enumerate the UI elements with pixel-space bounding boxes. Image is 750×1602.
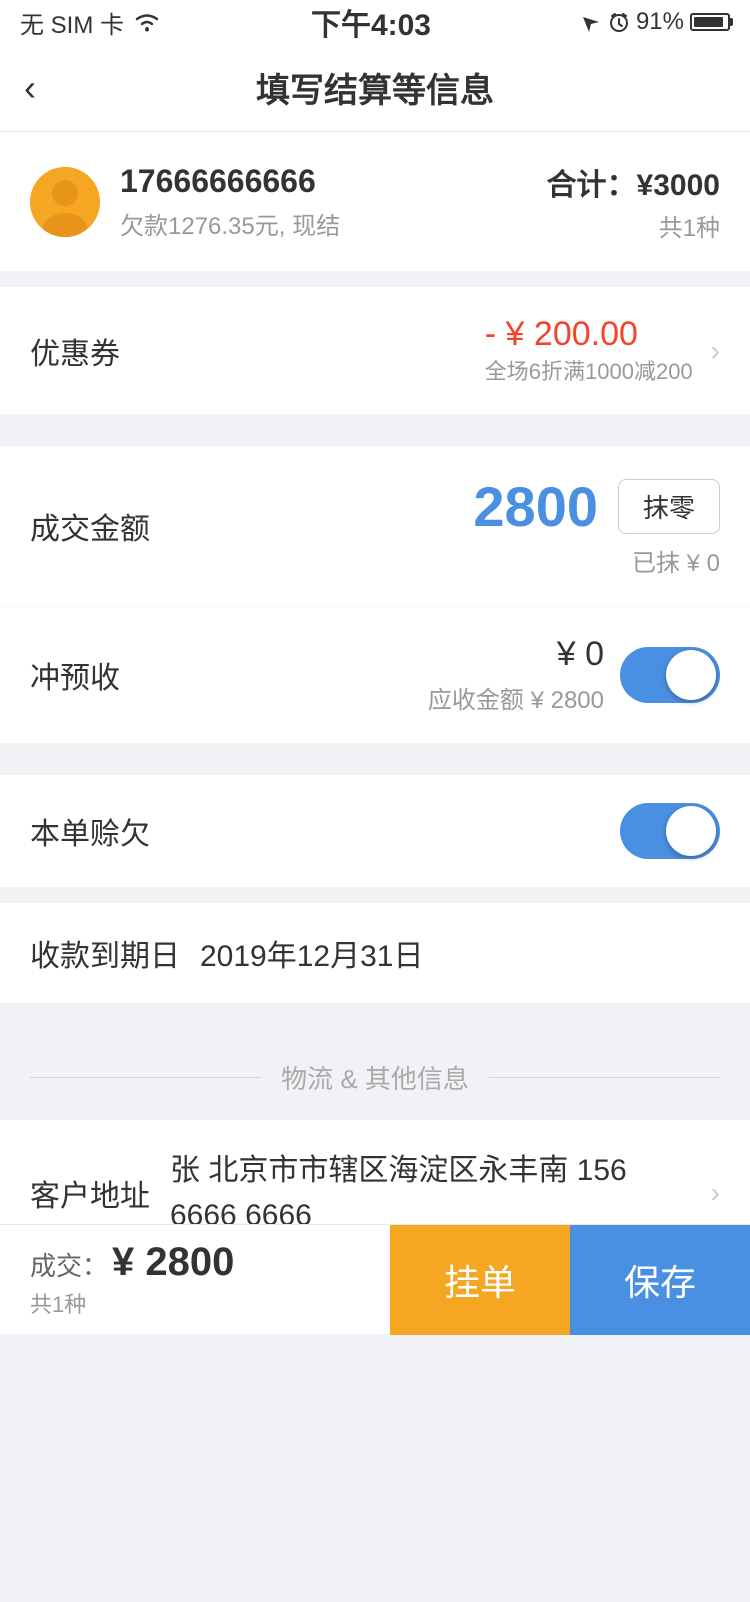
section-gap-2 bbox=[0, 759, 750, 775]
deal-amount-right: 2800 抹零 已抹 ¥ 0 bbox=[473, 474, 720, 578]
debt-row: 本单赊欠 bbox=[0, 775, 750, 887]
coupon-row[interactable]: 优惠券 - ¥ 200.00 全场6折满1000减200 › bbox=[0, 287, 750, 414]
bottom-deal-label: 成交： bbox=[30, 1246, 108, 1283]
bottom-bar: 成交： ¥ 2800 共1种 挂单 保存 bbox=[0, 1224, 750, 1334]
customer-info: 17666666666 欠款1276.35元, 现结 bbox=[120, 163, 340, 241]
status-bar: 无 SIM 卡 下午4:03 91% bbox=[0, 0, 750, 44]
sim-label: 无 SIM 卡 bbox=[20, 5, 124, 40]
deal-amount-sub: 已抹 ¥ 0 bbox=[632, 543, 720, 578]
back-icon: ‹ bbox=[24, 67, 36, 108]
save-button[interactable]: 保存 bbox=[570, 1225, 750, 1335]
bottom-info: 成交： ¥ 2800 共1种 bbox=[0, 1240, 390, 1319]
battery-icon bbox=[690, 13, 730, 31]
prepay-label: 冲预收 bbox=[30, 653, 120, 697]
coupon-right: - ¥ 200.00 全场6折满1000减200 › bbox=[485, 315, 720, 386]
debt-label: 本单赊欠 bbox=[30, 809, 150, 853]
status-right: 91% bbox=[580, 8, 730, 36]
divider-line-left bbox=[30, 1077, 261, 1078]
address-label: 客户地址 bbox=[30, 1171, 150, 1215]
deal-amount-value: 2800 bbox=[473, 474, 598, 539]
nav-bar: ‹ 填写结算等信息 bbox=[0, 44, 750, 132]
deal-amount-value-area: 2800 抹零 bbox=[473, 474, 720, 539]
back-button[interactable]: ‹ bbox=[24, 67, 36, 109]
debt-toggle[interactable] bbox=[620, 803, 720, 859]
customer-debt: 欠款1276.35元, 现结 bbox=[120, 206, 340, 241]
customer-card: 17666666666 欠款1276.35元, 现结 合计：¥3000 共1种 bbox=[0, 132, 750, 271]
deal-amount-section: 成交金额 2800 抹零 已抹 ¥ 0 冲预收 ¥ 0 应收金额 ¥ 2800 bbox=[0, 446, 750, 743]
divider-text: 物流 & 其他信息 bbox=[281, 1059, 469, 1096]
status-left: 无 SIM 卡 bbox=[20, 5, 162, 40]
toggle-knob bbox=[666, 650, 716, 700]
deal-amount-label: 成交金额 bbox=[30, 504, 150, 548]
prepay-sub: 应收金额 ¥ 2800 bbox=[428, 680, 604, 715]
deal-amount-row: 成交金额 2800 抹零 已抹 ¥ 0 bbox=[0, 446, 750, 607]
hang-order-button[interactable]: 挂单 bbox=[390, 1225, 570, 1335]
save-label: 保存 bbox=[624, 1254, 696, 1306]
battery-percent: 91% bbox=[636, 8, 684, 36]
prepay-amount: ¥ 0 bbox=[557, 635, 604, 674]
round-button[interactable]: 抹零 bbox=[618, 479, 720, 534]
chevron-right-icon: › bbox=[711, 335, 720, 367]
customer-total: 合计：¥3000 共1种 bbox=[547, 160, 720, 243]
alarm-icon bbox=[608, 11, 630, 33]
customer-left: 17666666666 欠款1276.35元, 现结 bbox=[30, 163, 340, 241]
location-icon bbox=[580, 11, 602, 33]
hang-order-label: 挂单 bbox=[444, 1254, 516, 1306]
page-title: 填写结算等信息 bbox=[256, 63, 494, 112]
divider-line-right bbox=[489, 1077, 720, 1078]
debt-section: 本单赊欠 bbox=[0, 775, 750, 887]
coupon-desc: 全场6折满1000减200 bbox=[485, 354, 693, 386]
prepay-toggle-area: ¥ 0 应收金额 ¥ 2800 bbox=[428, 635, 720, 715]
total-count: 共1种 bbox=[547, 208, 720, 243]
coupon-label: 优惠券 bbox=[30, 329, 120, 373]
wifi-icon bbox=[132, 11, 162, 33]
bottom-count: 共1种 bbox=[30, 1287, 360, 1319]
debt-toggle-knob bbox=[666, 806, 716, 856]
section-gap-3 bbox=[0, 1019, 750, 1035]
total-amount: 合计：¥3000 bbox=[547, 160, 720, 204]
due-date-label: 收款到期日 bbox=[30, 931, 180, 975]
coupon-info: - ¥ 200.00 全场6折满1000减200 bbox=[485, 315, 693, 386]
due-date-row: 收款到期日 2019年12月31日 bbox=[0, 903, 750, 1003]
avatar bbox=[30, 167, 100, 237]
due-date-value: 2019年12月31日 bbox=[200, 931, 423, 975]
coupon-discount: - ¥ 200.00 bbox=[485, 315, 693, 354]
logistics-divider: 物流 & 其他信息 bbox=[0, 1035, 750, 1120]
prepay-row: 冲预收 ¥ 0 应收金额 ¥ 2800 bbox=[0, 607, 750, 743]
address-chevron-icon: › bbox=[711, 1177, 720, 1209]
prepay-toggle[interactable] bbox=[620, 647, 720, 703]
content-area: 17666666666 欠款1276.35元, 现结 合计：¥3000 共1种 … bbox=[0, 132, 750, 1602]
status-time: 下午4:03 bbox=[311, 0, 431, 44]
prepay-right: ¥ 0 应收金额 ¥ 2800 bbox=[428, 635, 604, 715]
customer-phone: 17666666666 bbox=[120, 163, 340, 200]
bottom-amount: ¥ 2800 bbox=[112, 1240, 234, 1285]
section-gap-1 bbox=[0, 430, 750, 446]
